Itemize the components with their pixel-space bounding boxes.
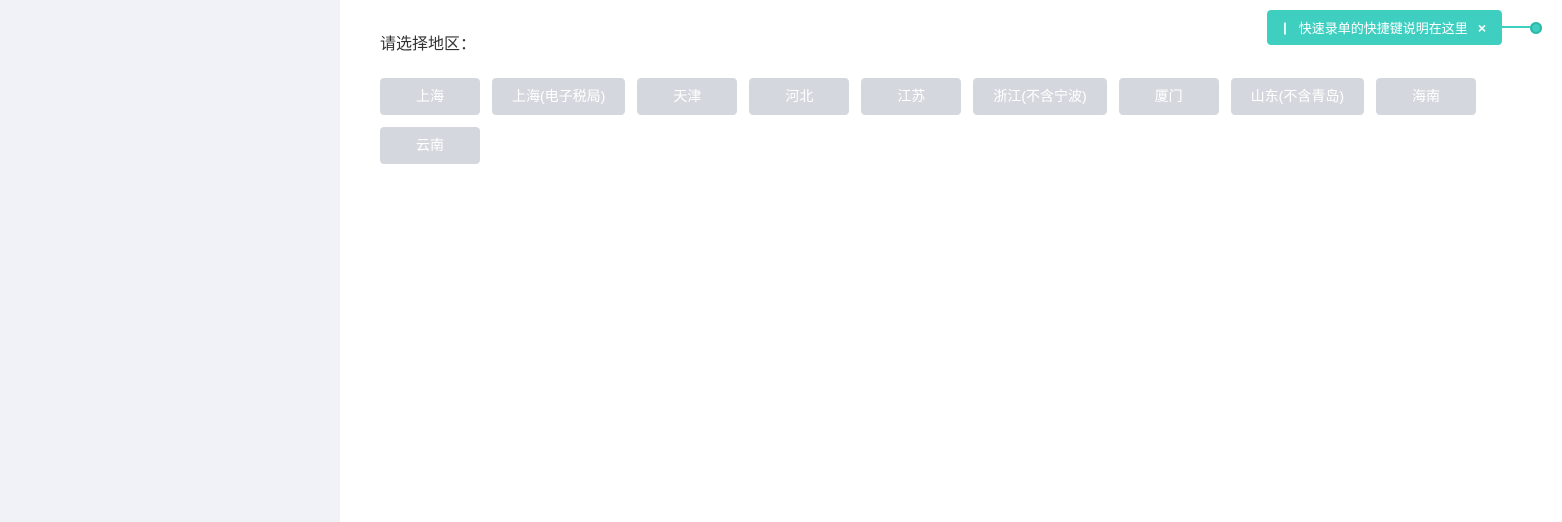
region-buttons-container: 上海 上海(电子税局) 天津 河北 江苏 浙江(不含宁波) 厦门 山东(不含青岛… bbox=[380, 78, 1522, 164]
left-sidebar bbox=[0, 0, 340, 522]
region-btn-hainan[interactable]: 海南 bbox=[1376, 78, 1476, 115]
region-btn-yunnan[interactable]: 云南 bbox=[380, 127, 480, 164]
region-btn-tianjin[interactable]: 天津 bbox=[637, 78, 737, 115]
region-btn-zhejiang[interactable]: 浙江(不含宁波) bbox=[973, 78, 1106, 115]
region-btn-jiangsu[interactable]: 江苏 bbox=[861, 78, 961, 115]
tooltip-text: 快速录单的快捷键说明在这里 bbox=[1299, 18, 1468, 37]
region-btn-shanghai[interactable]: 上海 bbox=[380, 78, 480, 115]
tooltip-banner: 快速录单的快捷键说明在这里 × bbox=[1267, 10, 1502, 45]
region-btn-shanghai-etax[interactable]: 上海(电子税局) bbox=[492, 78, 625, 115]
tooltip-dot bbox=[1530, 22, 1542, 34]
main-content: 请选择地区： 上海 上海(电子税局) 天津 河北 江苏 浙江(不含宁波) 厦门 … bbox=[340, 0, 1562, 522]
region-btn-shandong[interactable]: 山东(不含青岛) bbox=[1231, 78, 1364, 115]
tooltip-close-button[interactable]: × bbox=[1478, 21, 1486, 35]
region-btn-hebei[interactable]: 河北 bbox=[749, 78, 849, 115]
tooltip-connector bbox=[1500, 26, 1530, 28]
region-btn-xiamen[interactable]: 厦门 bbox=[1119, 78, 1219, 115]
